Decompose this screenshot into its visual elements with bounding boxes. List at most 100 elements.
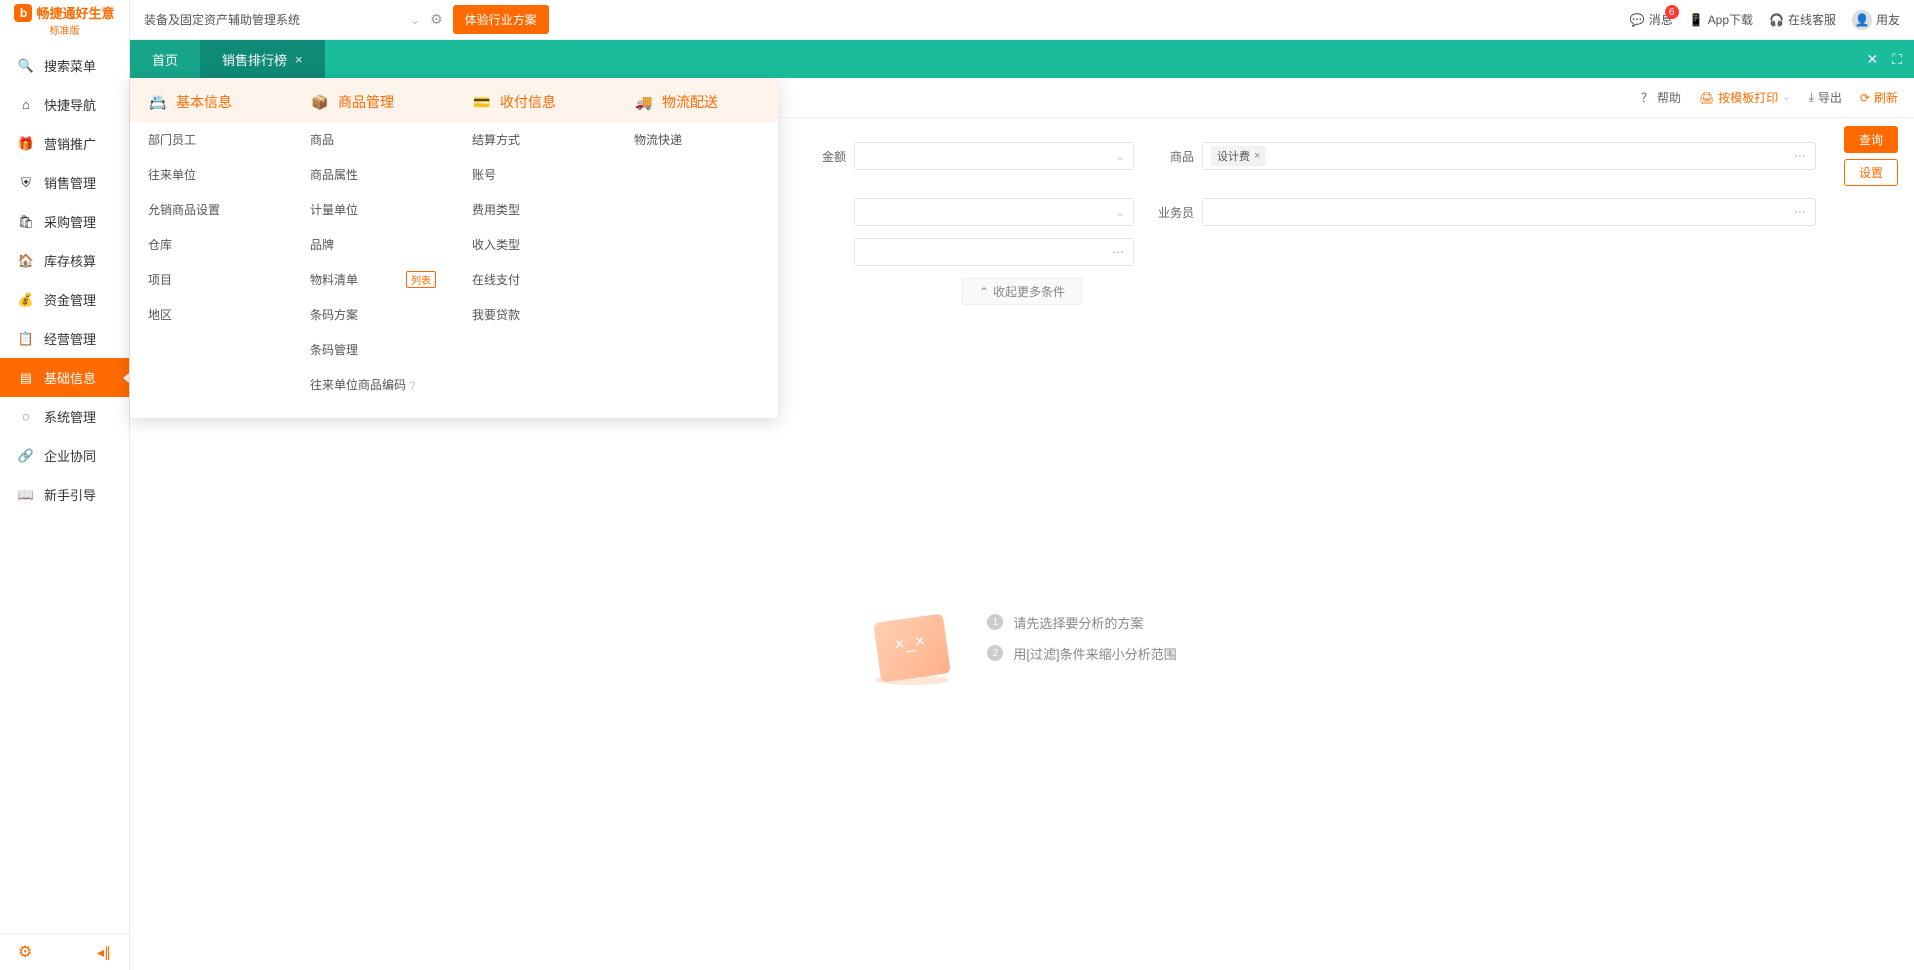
refresh-icon: ⟳: [1860, 91, 1870, 105]
remove-tag-icon[interactable]: ×: [1254, 150, 1260, 162]
sidebar-item-0[interactable]: 🔍搜索菜单: [0, 46, 129, 85]
product-tag: 设计费 ×: [1211, 146, 1266, 166]
support-button[interactable]: 🎧 在线客服: [1769, 11, 1836, 28]
product-select[interactable]: 设计费 × ⋯: [1202, 142, 1816, 170]
amount-label: 金额: [806, 148, 846, 165]
mega-item-2-2[interactable]: 费用类型: [454, 192, 616, 227]
mega-item-3-0[interactable]: 物流快递: [616, 122, 778, 157]
help-button[interactable]: ？ 帮助: [1641, 89, 1681, 106]
mega-item-0-4[interactable]: 项目: [130, 262, 292, 297]
gift-icon: 🎁: [18, 136, 34, 152]
amount-select[interactable]: ⌄: [854, 142, 1134, 170]
mega-item-2-5[interactable]: 我要贷款: [454, 297, 616, 332]
more-icon[interactable]: ⋯: [1794, 149, 1807, 163]
salesperson-select[interactable]: ⋯: [1202, 198, 1816, 226]
fullscreen-icon[interactable]: ⛶: [1892, 51, 1902, 68]
salesperson-label: 业务员: [1154, 204, 1194, 221]
logo-icon: b: [14, 4, 32, 22]
close-icon[interactable]: ×: [295, 52, 303, 67]
download-button[interactable]: 📱 App下载: [1689, 11, 1753, 28]
warehouse-icon: 🏠: [18, 253, 34, 269]
tab-home[interactable]: 首页: [130, 40, 200, 78]
mega-item-0-5[interactable]: 地区: [130, 297, 292, 332]
collapse-sidebar-icon[interactable]: ◂∥: [97, 944, 111, 961]
mega-item-2-3[interactable]: 收入类型: [454, 227, 616, 262]
clipboard-icon: 📋: [18, 331, 34, 347]
mega-col-2: 💳收付信息结算方式账号费用类型收入类型在线支付我要贷款: [454, 78, 616, 418]
more-icon[interactable]: ⋯: [1112, 245, 1125, 259]
logo[interactable]: b 畅捷通好生意 标准版: [0, 0, 129, 40]
sidebar-footer: ⚙ ◂∥: [0, 933, 129, 970]
sidebar-item-4[interactable]: 🛍采购管理: [0, 202, 129, 241]
sidebar-item-8[interactable]: ▤基础信息: [0, 358, 129, 397]
mega-header-icon: 📇: [148, 92, 168, 112]
mega-badge: 列表: [406, 271, 436, 288]
system-settings-icon[interactable]: ⚙: [430, 11, 443, 28]
print-button[interactable]: 🖨 按模板打印 ⌄: [1699, 89, 1791, 106]
mega-col-1: 📦商品管理商品商品属性计量单位品牌物料清单列表条码方案条码管理往来单位商品编码 …: [292, 78, 454, 418]
mega-item-2-1[interactable]: 账号: [454, 157, 616, 192]
mega-item-1-3[interactable]: 品牌: [292, 227, 454, 262]
print-icon: 🖨: [1699, 91, 1714, 105]
sidebar-item-6[interactable]: 💰资金管理: [0, 280, 129, 319]
mega-item-0-3[interactable]: 仓库: [130, 227, 292, 262]
headset-icon: 🎧: [1769, 13, 1784, 27]
mega-item-2-0[interactable]: 结算方式: [454, 122, 616, 157]
mega-item-1-5[interactable]: 条码方案: [292, 297, 454, 332]
mega-item-0-2[interactable]: 允销商品设置: [130, 192, 292, 227]
tabs-bar: 首页 销售排行榜 × ✕ ⛶: [130, 40, 1914, 78]
mega-col-0: 📇基本信息部门员工往来单位允销商品设置仓库项目地区: [130, 78, 292, 418]
sidebar-item-5[interactable]: 🏠库存核算: [0, 241, 129, 280]
mega-col-3: 🚚物流配送物流快递: [616, 78, 778, 418]
close-all-tabs-icon[interactable]: ✕: [1866, 51, 1878, 68]
bag-icon: 🛍: [18, 214, 34, 230]
mega-header: 💳收付信息: [454, 78, 616, 122]
mega-item-2-4[interactable]: 在线支付: [454, 262, 616, 297]
sidebar-item-7[interactable]: 📋经营管理: [0, 319, 129, 358]
layers-icon: ▤: [18, 370, 34, 386]
mega-header-icon: 💳: [472, 92, 492, 112]
filter-select-3[interactable]: ⋯: [854, 238, 1134, 266]
sidebar: b 畅捷通好生意 标准版 🔍搜索菜单⌂快捷导航🎁营销推广⛨销售管理🛍采购管理🏠库…: [0, 0, 130, 970]
mega-item-1-1[interactable]: 商品属性: [292, 157, 454, 192]
mega-item-1-0[interactable]: 商品: [292, 122, 454, 157]
sidebar-item-3[interactable]: ⛨销售管理: [0, 163, 129, 202]
more-icon[interactable]: ⋯: [1794, 205, 1807, 219]
shield-icon: ⛨: [18, 175, 34, 191]
mega-item-0-1[interactable]: 往来单位: [130, 157, 292, 192]
home-icon: ⌂: [18, 97, 34, 113]
empty-step-1: 1 请先选择要分析的方案: [987, 613, 1176, 632]
sidebar-item-11[interactable]: 📖新手引导: [0, 475, 129, 514]
sidebar-item-2[interactable]: 🎁营销推广: [0, 124, 129, 163]
tab-sales-ranking[interactable]: 销售排行榜 ×: [200, 40, 325, 78]
mega-item-1-6[interactable]: 条码管理: [292, 332, 454, 367]
query-button[interactable]: 查询: [1844, 126, 1898, 153]
sidebar-item-1[interactable]: ⌂快捷导航: [0, 85, 129, 124]
messages-button[interactable]: 💬 消息 6: [1630, 11, 1673, 28]
system-name: 装备及固定资产辅助管理系统: [144, 11, 300, 28]
mega-item-1-4[interactable]: 物料清单列表: [292, 262, 454, 297]
settings-icon[interactable]: ⚙: [18, 942, 32, 962]
product-label: 商品: [1154, 148, 1194, 165]
wallet-icon: 💰: [18, 292, 34, 308]
sidebar-item-9[interactable]: ◌系统管理: [0, 397, 129, 436]
mega-item-1-7[interactable]: 往来单位商品编码 ?: [292, 367, 454, 402]
avatar-icon: 👤: [1852, 10, 1872, 30]
refresh-button[interactable]: ⟳ 刷新: [1860, 89, 1898, 106]
phone-icon: 📱: [1689, 13, 1704, 27]
export-button[interactable]: ⤓ 导出: [1809, 89, 1842, 106]
plan-button[interactable]: 体验行业方案: [453, 5, 549, 34]
mega-header-icon: 🚚: [634, 92, 654, 112]
system-selector[interactable]: 装备及固定资产辅助管理系统 ⌄: [144, 11, 420, 28]
user-menu[interactable]: 👤 用友: [1852, 10, 1900, 30]
chevron-down-icon: ⌄: [1782, 92, 1790, 103]
mega-item-1-2[interactable]: 计量单位: [292, 192, 454, 227]
sidebar-item-10[interactable]: 🔗企业协同: [0, 436, 129, 475]
message-icon: 💬: [1630, 13, 1645, 27]
nav-list: 🔍搜索菜单⌂快捷导航🎁营销推广⛨销售管理🛍采购管理🏠库存核算💰资金管理📋经营管理…: [0, 40, 129, 933]
export-icon: ⤓: [1809, 90, 1814, 105]
collapse-conditions-button[interactable]: ⌃ 收起更多条件: [962, 278, 1082, 305]
settings-button[interactable]: 设置: [1844, 159, 1898, 186]
mega-item-0-0[interactable]: 部门员工: [130, 122, 292, 157]
filter-select-2[interactable]: ⌄: [854, 198, 1134, 226]
